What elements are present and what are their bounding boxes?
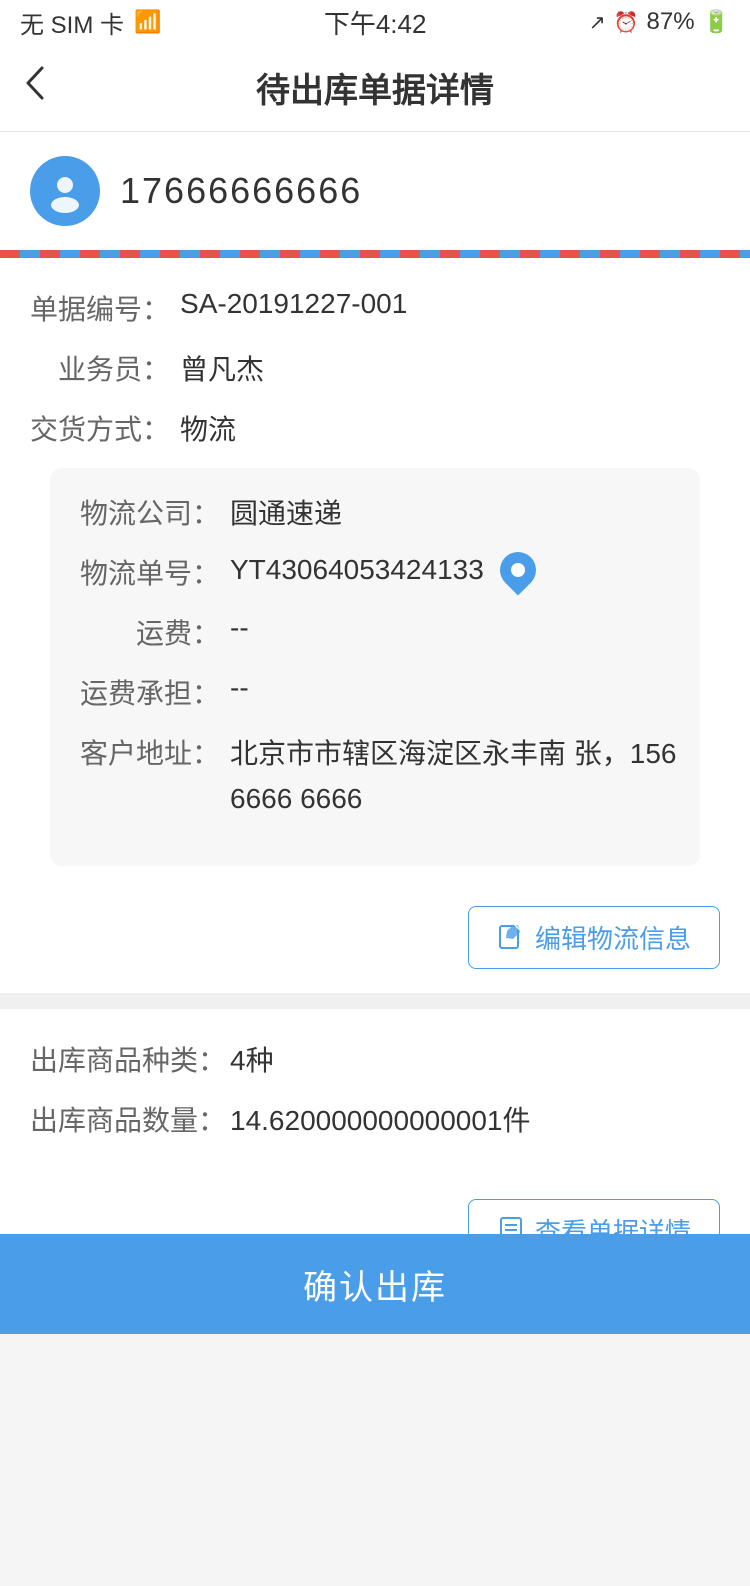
logistics-company-row: 物流公司： 圆通速递 — [70, 492, 680, 532]
battery-icon: 🔋 — [703, 9, 730, 35]
salesman-value: 曾凡杰 — [180, 348, 720, 388]
freight-row: 运费： -- — [70, 612, 680, 652]
battery-text: 87% — [647, 8, 695, 36]
tracking-number-row: 物流单号： YT43064053424133 — [70, 552, 680, 592]
tracking-number-value: YT43064053424133 — [230, 552, 680, 588]
logistics-company-value: 圆通速递 — [230, 492, 680, 532]
address-value: 北京市市辖区海淀区永丰南 张，156 6666 6666 — [230, 732, 680, 822]
customer-phone: 17666666666 — [120, 170, 362, 212]
back-button[interactable] — [24, 64, 46, 111]
freight-bearer-row: 运费承担： -- — [70, 672, 680, 712]
dashed-divider — [0, 250, 750, 258]
freight-label: 运费： — [70, 612, 220, 652]
document-number-value: SA-20191227-001 — [180, 288, 720, 320]
delivery-method-row: 交货方式： 物流 — [30, 408, 720, 448]
logistics-company-label: 物流公司： — [70, 492, 220, 532]
wifi-icon — [134, 8, 161, 36]
section-divider — [0, 993, 750, 1009]
delivery-method-value: 物流 — [180, 408, 720, 448]
salesman-row: 业务员： 曾凡杰 — [30, 348, 720, 388]
goods-type-label: 出库商品种类： — [30, 1039, 230, 1079]
document-number-row: 单据编号： SA-20191227-001 — [30, 288, 720, 328]
edit-icon — [497, 923, 525, 951]
confirm-outbound-button[interactable]: 确认出库 — [0, 1234, 750, 1334]
status-bar: 无 SIM 卡 下午4:42 ↗ ⏰ 87% 🔋 — [0, 0, 750, 44]
status-time: 下午4:42 — [324, 4, 427, 41]
logistics-card: 物流公司： 圆通速递 物流单号： YT43064053424133 运费： --… — [50, 468, 700, 866]
location-pin-icon[interactable] — [492, 545, 543, 596]
nav-bar: 待出库单据详情 — [0, 44, 750, 132]
edit-logistics-button[interactable]: 编辑物流信息 — [468, 906, 720, 969]
goods-type-row: 出库商品种类： 4种 — [30, 1039, 720, 1079]
goods-quantity-row: 出库商品数量： 14.620000000000001件 — [30, 1099, 720, 1139]
page-title: 待出库单据详情 — [256, 63, 494, 112]
avatar — [30, 156, 100, 226]
arrow-icon: ↗ — [589, 10, 606, 35]
goods-section: 出库商品种类： 4种 出库商品数量： 14.620000000000001件 — [0, 1009, 750, 1179]
address-label: 客户地址： — [70, 732, 220, 772]
edit-logistics-label: 编辑物流信息 — [535, 919, 691, 956]
goods-quantity-label: 出库商品数量： — [30, 1099, 230, 1139]
freight-bearer-value: -- — [230, 672, 680, 704]
document-info-section: 单据编号： SA-20191227-001 业务员： 曾凡杰 交货方式： 物流 … — [0, 258, 750, 886]
edit-logistics-button-container: 编辑物流信息 — [0, 886, 750, 993]
carrier-text: 无 SIM 卡 — [20, 5, 124, 40]
freight-bearer-label: 运费承担： — [70, 672, 220, 712]
salesman-label: 业务员： — [30, 348, 170, 388]
document-number-label: 单据编号： — [30, 288, 170, 328]
goods-quantity-value: 14.620000000000001件 — [230, 1099, 720, 1139]
customer-header: 17666666666 — [0, 132, 750, 250]
address-row: 客户地址： 北京市市辖区海淀区永丰南 张，156 6666 6666 — [70, 732, 680, 822]
freight-value: -- — [230, 612, 680, 644]
tracking-number-label: 物流单号： — [70, 552, 220, 592]
delivery-method-label: 交货方式： — [30, 408, 170, 448]
goods-type-value: 4种 — [230, 1039, 720, 1079]
status-right: ↗ ⏰ 87% 🔋 — [589, 8, 730, 36]
alarm-icon: ⏰ — [614, 10, 639, 35]
status-left: 无 SIM 卡 — [20, 5, 161, 40]
